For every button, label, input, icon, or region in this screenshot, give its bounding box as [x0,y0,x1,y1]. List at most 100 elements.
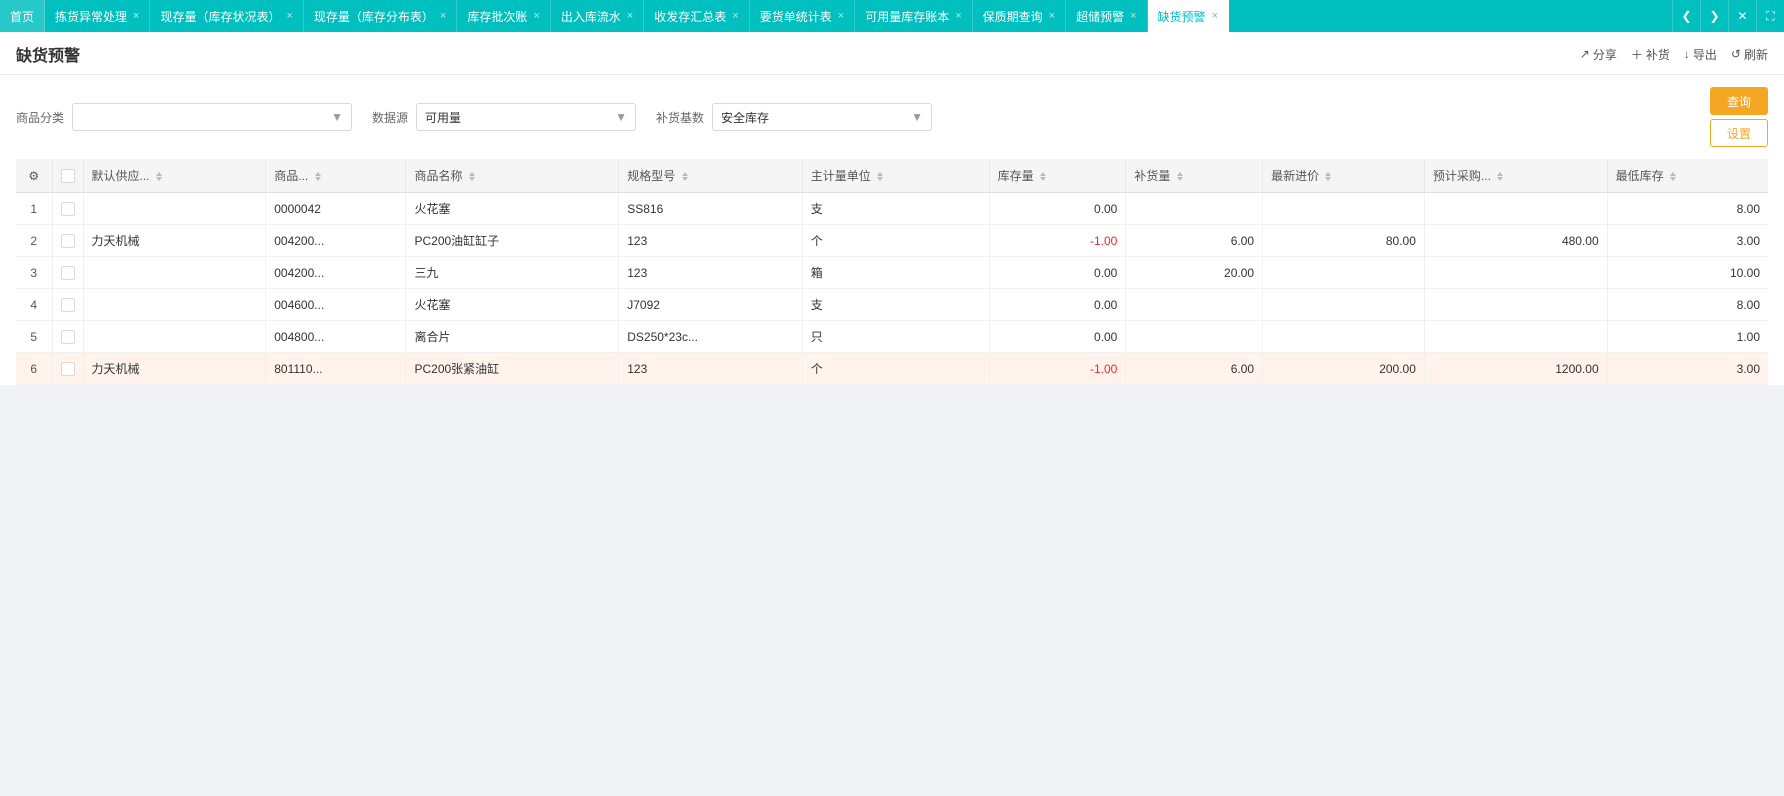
sort-minstock-icon[interactable] [1670,172,1676,181]
row-supplier [83,289,266,321]
th-est-purchase: 预计采购... [1424,159,1607,193]
nav-next-button[interactable]: ❯ [1700,0,1728,32]
nav-tab-close-icon[interactable]: × [1130,10,1136,22]
row-checkbox[interactable] [61,362,75,376]
row-stock-qty: 0.00 [989,289,1126,321]
data-table: ⚙ 默认供应... 商品... [16,159,1768,385]
table-row: 5 004800... 离合片 DS250*23c... 只 0.00 1.00 [16,321,1768,353]
nav-tab-label: 出入库流水 [561,8,621,25]
row-supplier [83,257,266,289]
table-header-row: ⚙ 默认供应... 商品... [16,159,1768,193]
row-unit: 支 [802,193,989,225]
nav-tab-available-ledger[interactable]: 可用量库存账本× [855,0,972,32]
nav-tab-close-icon[interactable]: × [732,10,738,22]
settings-button[interactable]: 设置 [1710,119,1768,147]
nav-tab-close-icon[interactable]: × [838,10,844,22]
row-spec: SS816 [619,193,802,225]
table-body: 1 0000042 火花塞 SS816 支 0.00 8.00 2 力天机械 0… [16,193,1768,385]
row-min-stock: 1.00 [1607,321,1768,353]
row-latest-price: 200.00 [1263,353,1425,385]
row-num: 2 [16,225,52,257]
sort-stock-icon[interactable] [1040,172,1046,181]
row-latest-price [1263,289,1425,321]
row-unit: 箱 [802,257,989,289]
nav-tab-expiry-query[interactable]: 保质期查询× [973,0,1066,32]
row-product-code: 004800... [266,321,406,353]
row-restock-qty: 20.00 [1126,257,1263,289]
row-checkbox[interactable] [61,330,75,344]
row-checkbox[interactable] [61,266,75,280]
row-restock-qty [1126,193,1263,225]
restockbase-select[interactable]: 安全库存 ▼ [712,103,932,131]
nav-tab-in-out-flow[interactable]: 出入库流水 × [551,0,644,32]
restock-button[interactable]: ＋ 补货 [1631,46,1670,63]
column-settings-icon[interactable]: ⚙ [28,169,39,183]
nav-tab-close-icon[interactable]: × [1212,10,1218,22]
row-est-purchase: 480.00 [1424,225,1607,257]
refresh-button[interactable]: ↺ 刷新 [1731,46,1768,63]
nav-tab-close-icon[interactable]: × [627,10,633,22]
sort-supplier-icon[interactable] [156,172,162,181]
nav-tab-demand-stats[interactable]: 要货单统计表× [750,0,855,32]
row-product-name: 火花塞 [406,193,619,225]
share-button[interactable]: ↗ 分享 [1580,46,1617,63]
row-num: 6 [16,353,52,385]
row-product-name: 离合片 [406,321,619,353]
nav-tab-label: 收发存汇总表 [654,8,726,25]
row-checkbox-cell [52,321,83,353]
nav-tab-collection-summary[interactable]: 收发存汇总表 × [644,0,749,32]
select-all-checkbox[interactable] [61,169,75,183]
row-latest-price [1263,321,1425,353]
sort-code-icon[interactable] [315,172,321,181]
restock-label: 补货 [1646,46,1670,63]
row-checkbox[interactable] [61,202,75,216]
nav-tab-home[interactable]: 首页 [0,0,45,32]
nav-tab-close-icon[interactable]: × [440,10,446,22]
sort-spec-icon[interactable] [682,172,688,181]
sort-est-icon[interactable] [1497,172,1503,181]
table-row: 3 004200... 三九 123 箱 0.00 20.00 10.00 [16,257,1768,289]
nav-tab-batch-account[interactable]: 库存批次账× [457,0,550,32]
category-chevron-icon: ▼ [331,110,343,124]
datasource-select[interactable]: 可用量 ▼ [416,103,636,131]
nav-tab-close-icon[interactable]: × [286,10,292,22]
query-button[interactable]: 查询 [1710,87,1768,115]
row-unit: 个 [802,225,989,257]
nav-tab-close-icon[interactable]: × [133,10,139,22]
row-product-name: PC200张紧油缸 [406,353,619,385]
export-button[interactable]: ↓ 导出 [1684,46,1717,63]
nav-tab-stock-dist[interactable]: 现存量（库存分布表）× [304,0,457,32]
row-supplier [83,321,266,353]
nav-prev-button[interactable]: ❮ [1672,0,1700,32]
filter-action-buttons: 查询 设置 [1710,87,1768,147]
sort-unit-icon[interactable] [877,172,883,181]
nav-tab-exception[interactable]: 拣货异常处理× [45,0,150,32]
row-min-stock: 8.00 [1607,193,1768,225]
category-select[interactable]: ▼ [72,103,352,131]
nav-tab-overstock-warning[interactable]: 超储预警× [1066,0,1147,32]
row-checkbox[interactable] [61,298,75,312]
row-product-code: 0000042 [266,193,406,225]
nav-tab-close-icon[interactable]: × [533,10,539,22]
row-checkbox[interactable] [61,234,75,248]
sort-restock-icon[interactable] [1177,172,1183,181]
sort-name-icon[interactable] [469,172,475,181]
nav-close-button[interactable]: ✕ [1728,0,1756,32]
row-min-stock: 10.00 [1607,257,1768,289]
sort-price-icon[interactable] [1325,172,1331,181]
nav-tab-close-icon[interactable]: × [955,10,961,22]
nav-tab-stock-status[interactable]: 现存量（库存状况表）× [150,0,303,32]
table-row: 2 力天机械 004200... PC200油缸缸子 123 个 -1.00 6… [16,225,1768,257]
nav-tab-close-icon[interactable]: × [1049,10,1055,22]
row-est-purchase [1424,321,1607,353]
row-restock-qty: 6.00 [1126,353,1263,385]
row-min-stock: 3.00 [1607,353,1768,385]
category-filter-group: 商品分类 ▼ [16,103,352,131]
nav-fullscreen-button[interactable]: ⛶ [1756,0,1784,32]
nav-tab-shortage-warning[interactable]: 缺货预警× [1148,0,1229,32]
restockbase-filter-group: 补货基数 安全库存 ▼ [656,103,932,131]
row-num: 4 [16,289,52,321]
row-num: 1 [16,193,52,225]
row-num: 3 [16,257,52,289]
row-checkbox-cell [52,353,83,385]
